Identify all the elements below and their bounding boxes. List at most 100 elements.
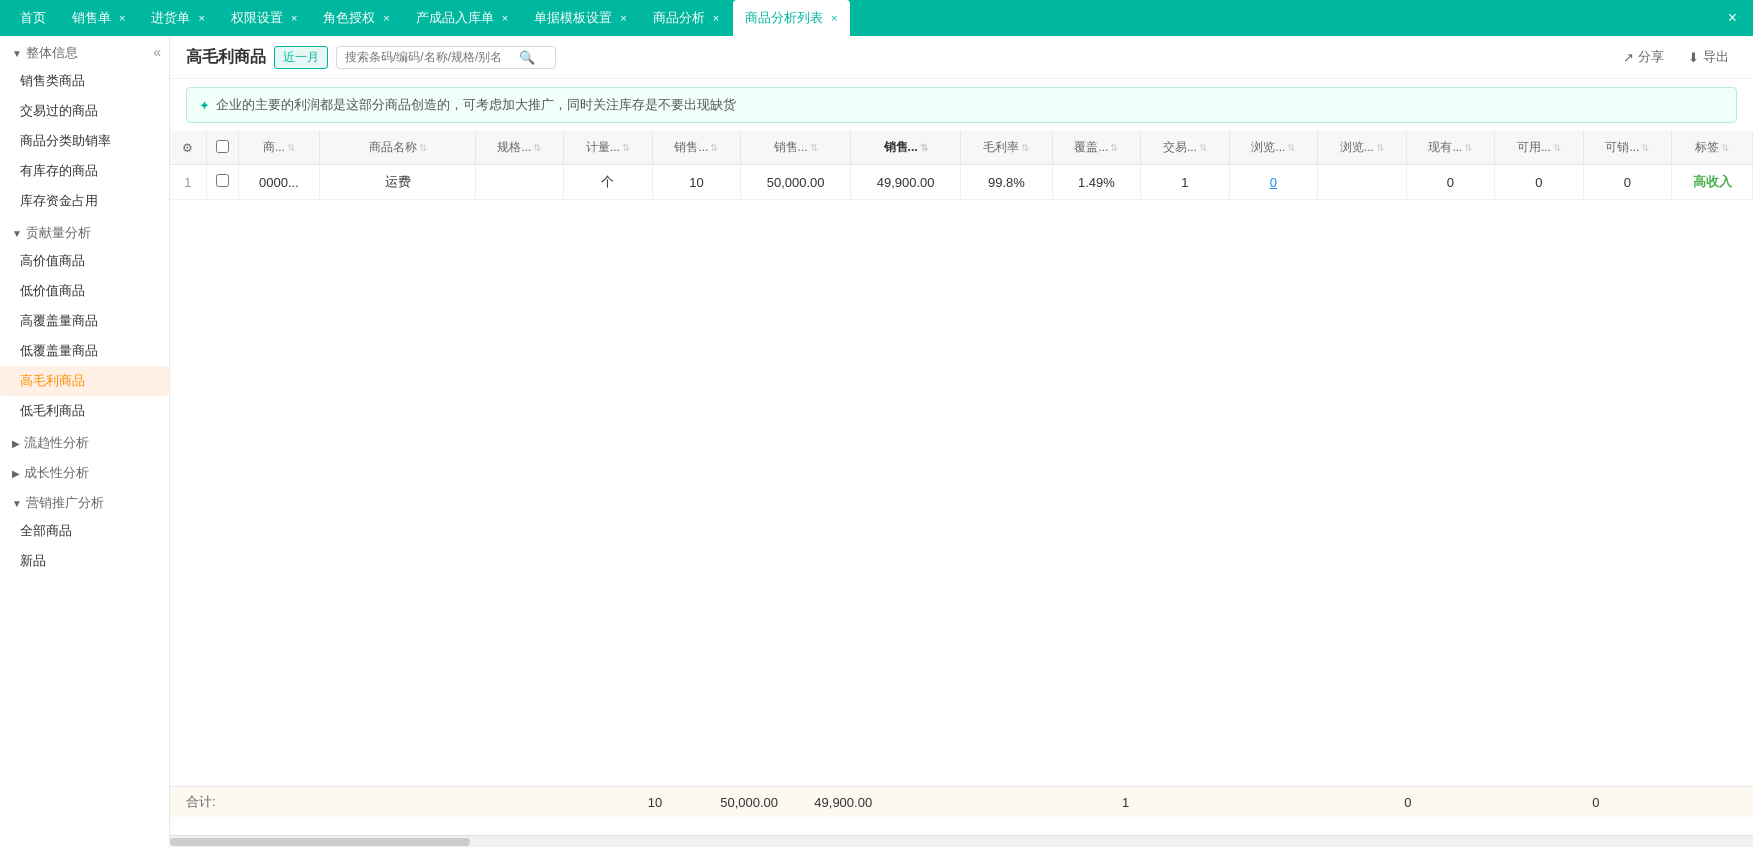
row-col6: 10 <box>652 165 741 200</box>
row-browse2 <box>1318 165 1407 200</box>
nav-permission-close[interactable]: × <box>291 12 297 24</box>
col-transaction[interactable]: 交易...⇅ <box>1141 131 1230 165</box>
sidebar-item-traded-goods[interactable]: 交易过的商品 <box>0 96 169 126</box>
nav-template-close[interactable]: × <box>620 12 626 24</box>
footer-col7: 50,000.00 <box>702 795 796 810</box>
info-icon: ✦ <box>199 98 210 113</box>
group-growth-arrow: ▶ <box>12 468 20 479</box>
footer-label: 合计: <box>186 793 216 811</box>
group-marketing-arrow: ▼ <box>12 498 22 509</box>
col-browse1[interactable]: 浏览...⇅ <box>1229 131 1318 165</box>
col-code[interactable]: 商...⇅ <box>238 131 320 165</box>
sidebar-item-high-value[interactable]: 高价值商品 <box>0 246 169 276</box>
sidebar-item-high-margin[interactable]: 高毛利商品 <box>0 366 169 396</box>
nav-template[interactable]: 单据模板设置 × <box>522 0 638 36</box>
share-icon: ↗ <box>1623 50 1634 65</box>
search-input[interactable] <box>345 50 515 64</box>
nav-sales-close[interactable]: × <box>119 12 125 24</box>
nav-product-analysis[interactable]: 商品分析 × <box>641 0 731 36</box>
row-unit: 个 <box>564 165 653 200</box>
col-coverage[interactable]: 覆盖...⇅ <box>1052 131 1141 165</box>
col-tag[interactable]: 标签⇅ <box>1672 131 1753 165</box>
close-all-button[interactable]: × <box>1720 9 1745 27</box>
col-spec[interactable]: 规格...⇅ <box>475 131 564 165</box>
recent-month-button[interactable]: 近一月 <box>274 46 328 69</box>
footer-col6: 10 <box>608 795 702 810</box>
col-unit[interactable]: 计量...⇅ <box>564 131 653 165</box>
col-sales1[interactable]: 销售...⇅ <box>652 131 741 165</box>
nav-purchase[interactable]: 进货单 × <box>139 0 216 36</box>
export-icon: ⬇ <box>1688 50 1699 65</box>
sidebar-item-high-coverage[interactable]: 高覆盖量商品 <box>0 306 169 336</box>
row-spec <box>475 165 564 200</box>
nav-product-analysis-close[interactable]: × <box>713 12 719 24</box>
data-table: ⚙ 商...⇅ 商品名称⇅ 规格...⇅ 计量...⇅ 销售...⇅ 销售...… <box>170 131 1753 200</box>
search-icon[interactable]: 🔍 <box>519 50 535 65</box>
sidebar-item-low-coverage[interactable]: 低覆盖量商品 <box>0 336 169 366</box>
col-available[interactable]: 可用...⇅ <box>1495 131 1584 165</box>
sidebar-group-trend[interactable]: ▶ 流趋性分析 <box>0 426 169 456</box>
sidebar: « ▼ 整体信息 销售类商品 交易过的商品 商品分类助销率 有库存的商品 库存资… <box>0 36 170 847</box>
nav-finished-goods[interactable]: 产成品入库单 × <box>404 0 520 36</box>
col-browse2[interactable]: 浏览...⇅ <box>1318 131 1407 165</box>
sidebar-group-contribution[interactable]: ▼ 贡献量分析 <box>0 216 169 246</box>
select-all-checkbox[interactable] <box>216 140 229 153</box>
row-name: 运费 <box>320 165 475 200</box>
search-box: 🔍 <box>336 46 556 69</box>
row-transaction: 1 <box>1141 165 1230 200</box>
sidebar-group-marketing[interactable]: ▼ 营销推广分析 <box>0 486 169 516</box>
row-tag: 高收入 <box>1672 165 1753 200</box>
row-col8: 49,900.00 <box>851 165 961 200</box>
main-layout: « ▼ 整体信息 销售类商品 交易过的商品 商品分类助销率 有库存的商品 库存资… <box>0 36 1753 847</box>
nav-permission[interactable]: 权限设置 × <box>219 0 309 36</box>
sidebar-item-sales-goods[interactable]: 销售类商品 <box>0 66 169 96</box>
nav-home[interactable]: 首页 <box>8 0 58 36</box>
sidebar-item-in-stock[interactable]: 有库存的商品 <box>0 156 169 186</box>
browse1-link[interactable]: 0 <box>1229 165 1318 200</box>
nav-purchase-close[interactable]: × <box>198 12 204 24</box>
sidebar-group-growth[interactable]: ▶ 成长性分析 <box>0 456 169 486</box>
scroll-thumb[interactable] <box>170 838 470 846</box>
nav-finished-close[interactable]: × <box>502 12 508 24</box>
sidebar-item-category-rate[interactable]: 商品分类助销率 <box>0 126 169 156</box>
col-settings[interactable]: ⚙ <box>170 131 206 165</box>
table-row: 1 0000... 运费 个 10 50,000.00 49,900.00 99… <box>170 165 1753 200</box>
col-stock[interactable]: 现有...⇅ <box>1406 131 1495 165</box>
sidebar-item-new-goods[interactable]: 新品 <box>0 546 169 576</box>
row-saleable: 0 <box>1583 165 1672 200</box>
row-select[interactable] <box>216 174 229 187</box>
col-sales2[interactable]: 销售...⇅ <box>741 131 851 165</box>
col-name[interactable]: 商品名称⇅ <box>320 131 475 165</box>
nav-sales[interactable]: 销售单 × <box>60 0 137 36</box>
row-code: 0000... <box>238 165 320 200</box>
col-gross-rate[interactable]: 毛利率⇅ <box>961 131 1053 165</box>
nav-product-analysis-list[interactable]: 商品分析列表 × <box>733 0 849 36</box>
col-saleable[interactable]: 可销...⇅ <box>1583 131 1672 165</box>
horizontal-scrollbar <box>170 835 1753 847</box>
row-stock: 0 <box>1406 165 1495 200</box>
sidebar-item-stock-capital[interactable]: 库存资金占用 <box>0 186 169 216</box>
group-contribution-arrow: ▼ <box>12 228 22 239</box>
footer-stock: 0 <box>1361 795 1455 810</box>
col-sales3[interactable]: 销售...⇅ <box>851 131 961 165</box>
footer-bar: 合计: 10 50,000.00 49,900.00 1 0 0 <box>170 786 1753 817</box>
footer-col8: 49,900.00 <box>796 795 890 810</box>
sidebar-collapse-button[interactable]: « <box>153 44 161 60</box>
export-button[interactable]: ⬇ 导出 <box>1680 44 1737 70</box>
table-wrapper: ⚙ 商...⇅ 商品名称⇅ 规格...⇅ 计量...⇅ 销售...⇅ 销售...… <box>170 131 1753 847</box>
row-col7: 50,000.00 <box>741 165 851 200</box>
info-banner: ✦ 企业的主要的利润都是这部分商品创造的，可考虑加大推广，同时关注库存是不要出现… <box>186 87 1737 123</box>
share-button[interactable]: ↗ 分享 <box>1615 44 1672 70</box>
col-checkbox <box>206 131 238 165</box>
nav-list-close[interactable]: × <box>831 12 837 24</box>
sidebar-item-low-value[interactable]: 低价值商品 <box>0 276 169 306</box>
nav-role[interactable]: 角色授权 × <box>311 0 401 36</box>
sidebar-item-low-margin[interactable]: 低毛利商品 <box>0 396 169 426</box>
sidebar-group-overview[interactable]: ▼ 整体信息 <box>0 36 169 66</box>
row-available: 0 <box>1495 165 1584 200</box>
top-nav: 首页 销售单 × 进货单 × 权限设置 × 角色授权 × 产成品入库单 × 单据… <box>0 0 1753 36</box>
nav-role-close[interactable]: × <box>383 12 389 24</box>
row-checkbox[interactable] <box>206 165 238 200</box>
row-number: 1 <box>170 165 206 200</box>
sidebar-item-all-goods[interactable]: 全部商品 <box>0 516 169 546</box>
